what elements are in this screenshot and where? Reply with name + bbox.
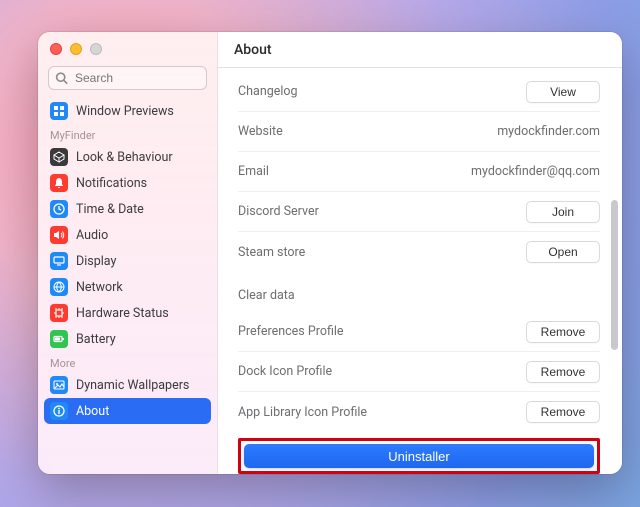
about-row: Steam store Open	[238, 232, 600, 272]
sidebar-item-label: About	[76, 404, 109, 419]
sidebar-item-label: Notifications	[76, 176, 147, 191]
sidebar-item-label: Time & Date	[76, 202, 144, 217]
sidebar-item[interactable]: Display	[44, 248, 211, 274]
uninstaller-highlight: Uninstaller	[238, 438, 600, 474]
row-action-button[interactable]: Remove	[526, 401, 600, 423]
row-key: Dock Icon Profile	[238, 364, 332, 379]
row-key: Discord Server	[238, 204, 319, 219]
row-value: mydockfinder.com	[497, 124, 600, 139]
sidebar-item[interactable]: Notifications	[44, 170, 211, 196]
row-key: Website	[238, 124, 283, 139]
uninstaller-button[interactable]: Uninstaller	[244, 444, 594, 468]
row-action-button[interactable]: View	[526, 81, 600, 103]
image-icon	[50, 376, 68, 394]
sidebar-item[interactable]: Time & Date	[44, 196, 211, 222]
window-controls	[38, 32, 217, 66]
row-key: Steam store	[238, 245, 305, 260]
clear-data-heading: Clear data	[238, 278, 600, 312]
about-row: Changelog View	[238, 72, 600, 112]
windows-icon	[50, 102, 68, 120]
globe-icon	[50, 278, 68, 296]
close-window-button[interactable]	[50, 43, 62, 55]
sidebar-item-label: Dynamic Wallpapers	[76, 378, 189, 393]
sidebar-item[interactable]: Look & Behaviour	[44, 144, 211, 170]
sidebar-item-label: Audio	[76, 228, 108, 243]
sidebar-item[interactable]: Network	[44, 274, 211, 300]
sidebar-item[interactable]: Audio	[44, 222, 211, 248]
speaker-icon	[50, 226, 68, 244]
row-key: Preferences Profile	[238, 324, 344, 339]
sidebar-myfinder-list: Look & Behaviour Notifications Time & Date…	[38, 144, 217, 352]
sidebar-item-label: Display	[76, 254, 116, 269]
row-key: App Library Icon Profile	[238, 405, 367, 420]
about-row: Email mydockfinder@qq.com	[238, 152, 600, 192]
sidebar-primary-list: Window Previews	[38, 98, 217, 124]
cube-icon	[50, 148, 68, 166]
row-key: Email	[238, 164, 269, 179]
battery-icon	[50, 330, 68, 348]
sidebar: Window Previews MyFinder Look & Behaviou…	[38, 32, 218, 474]
sidebar-item-label: Look & Behaviour	[76, 150, 173, 165]
row-value: mydockfinder@qq.com	[471, 164, 600, 179]
sidebar-item-label: Window Previews	[76, 104, 174, 119]
row-action-button[interactable]: Join	[526, 201, 600, 223]
scrollbar-thumb[interactable]	[611, 200, 618, 350]
row-action-button[interactable]: Remove	[526, 321, 600, 343]
chip-icon	[50, 304, 68, 322]
sidebar-item-label: Network	[76, 280, 123, 295]
sidebar-item[interactable]: About	[44, 398, 211, 424]
sidebar-section-myfinder: MyFinder	[38, 124, 217, 144]
sidebar-item[interactable]: Hardware Status	[44, 300, 211, 326]
row-action-button[interactable]: Open	[526, 241, 600, 263]
scrollbar-track[interactable]	[608, 70, 620, 470]
about-content: Changelog View Website mydockfinder.com Emai…	[218, 68, 622, 474]
sidebar-item[interactable]: Dynamic Wallpapers	[44, 372, 211, 398]
sidebar-item-label: Battery	[76, 332, 116, 347]
sidebar-item[interactable]: Battery	[44, 326, 211, 352]
about-row: Dock Icon Profile Remove	[238, 352, 600, 392]
sidebar-section-more: More	[38, 352, 217, 372]
sidebar-more-list: Dynamic Wallpapers About	[38, 372, 217, 424]
maximize-window-button[interactable]	[90, 43, 102, 55]
search-field[interactable]	[48, 66, 207, 90]
main-pane: About Changelog View Website mydockfinder.c…	[218, 32, 622, 474]
search-input[interactable]	[48, 66, 207, 90]
about-row: Discord Server Join	[238, 192, 600, 232]
row-action-button[interactable]: Remove	[526, 361, 600, 383]
info-icon	[50, 402, 68, 420]
clock-icon	[50, 200, 68, 218]
sidebar-item-label: Hardware Status	[76, 306, 169, 321]
page-title: About	[218, 32, 622, 68]
about-row: Website mydockfinder.com	[238, 112, 600, 152]
minimize-window-button[interactable]	[70, 43, 82, 55]
row-key: Changelog	[238, 84, 298, 99]
bell-icon	[50, 174, 68, 192]
display-icon	[50, 252, 68, 270]
sidebar-item[interactable]: Window Previews	[44, 98, 211, 124]
about-row: App Library Icon Profile Remove	[238, 392, 600, 432]
about-row: Preferences Profile Remove	[238, 312, 600, 352]
prefs-window: Window Previews MyFinder Look & Behaviou…	[38, 32, 622, 474]
